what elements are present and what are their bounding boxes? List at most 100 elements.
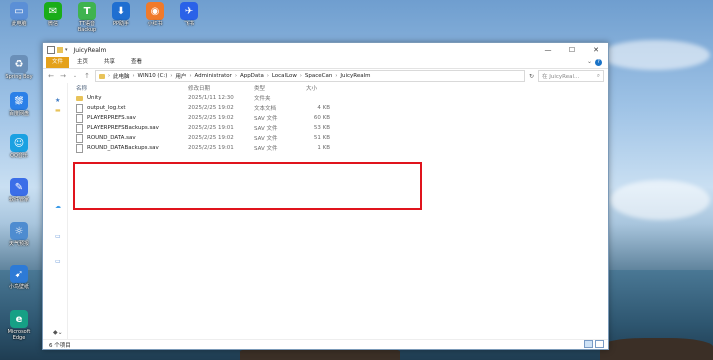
desktop-icon[interactable]: ☺ QQ音乐 bbox=[2, 134, 36, 159]
desktop-icon-label: 飞书 bbox=[183, 21, 194, 27]
folder-icon bbox=[99, 73, 105, 79]
up-arrow-icon[interactable]: ↑ bbox=[83, 72, 91, 80]
breadcrumb-item[interactable]: WIN10 (C:) bbox=[138, 73, 168, 79]
desktop-icon-label: Microsoft Edge bbox=[7, 329, 31, 341]
breadcrumb-item[interactable]: Administrator bbox=[194, 73, 232, 79]
file-name-cell[interactable]: output_log.txt bbox=[68, 103, 188, 113]
desktop-icon[interactable]: ⬇ PP助手 bbox=[104, 2, 138, 27]
desktop-icon[interactable]: e Microsoft Edge bbox=[2, 310, 36, 341]
tab-file[interactable]: 文件 bbox=[46, 57, 70, 68]
file-name-cell[interactable]: PLAYERPREFSBackups.sav bbox=[68, 123, 188, 133]
column-date[interactable]: 修改日期 bbox=[188, 84, 254, 92]
minimize-button[interactable]: — bbox=[536, 43, 560, 57]
file-row[interactable]: output_log.txt 2025/2/25 19:02 文本文档 4 KB bbox=[68, 103, 608, 113]
breadcrumb-separator-icon[interactable]: › bbox=[235, 73, 237, 79]
new-folder-icon[interactable] bbox=[57, 47, 63, 53]
search-placeholder: 在 JuicyReal... bbox=[542, 74, 580, 80]
file-row[interactable]: ROUND_DATABackups.sav 2025/2/25 19:01 SAV … bbox=[68, 143, 608, 153]
edge-icon: e bbox=[10, 310, 28, 328]
breadcrumb-item[interactable]: 用户 bbox=[175, 72, 186, 80]
navigation-pane[interactable]: ★ ▬ ☁ ▭ ▭ ◆⌄ bbox=[43, 83, 68, 340]
network-icon[interactable]: ▭ bbox=[55, 258, 61, 265]
column-size[interactable]: 大小 bbox=[302, 84, 334, 92]
desktop-icon[interactable]: ✈ 飞书 bbox=[172, 2, 206, 27]
file-row[interactable]: ROUND_DATA.sav 2025/2/25 19:02 SAV 文件 51 KB bbox=[68, 133, 608, 143]
expand-ribbon-icon[interactable]: ⌄ bbox=[587, 58, 592, 65]
breadcrumb-item[interactable]: SpaceCan bbox=[305, 73, 332, 79]
file-row[interactable]: Unity 2025/1/11 12:30 文件夹 bbox=[68, 93, 608, 103]
file-row[interactable]: PLAYERPREFS.sav 2025/2/25 19:02 SAV 文件 60 K… bbox=[68, 113, 608, 123]
file-size: 53 KB bbox=[313, 125, 330, 131]
properties-icon[interactable] bbox=[47, 46, 55, 54]
tab-home[interactable]: 主页 bbox=[69, 57, 96, 68]
file-type: SAV 文件 bbox=[254, 126, 278, 132]
breadcrumb-separator-icon[interactable]: › bbox=[189, 73, 191, 79]
title-bar[interactable]: ▾ JuicyRealm — ☐ ✕ bbox=[43, 43, 608, 57]
file-list: 名称 修改日期 类型 大小 Unity 2025/1/11 12:30 文件夹 out… bbox=[68, 83, 608, 340]
breadcrumb-separator-icon[interactable]: › bbox=[267, 73, 269, 79]
details-view-icon[interactable] bbox=[584, 340, 593, 348]
explorer-window[interactable]: ▾ JuicyRealm — ☐ ✕ 文件 主页 共享 查看 ⌄ ? ← → ⌄… bbox=[42, 42, 609, 350]
maximize-button[interactable]: ☐ bbox=[560, 43, 584, 57]
file-name: PLAYERPREFS.sav bbox=[87, 115, 136, 121]
breadcrumb-item[interactable]: LocalLow bbox=[272, 73, 297, 79]
desktop-icon-label: 微信 bbox=[47, 21, 58, 27]
desktop-icon-label: 软件管家 bbox=[8, 197, 29, 203]
recent-locations-icon[interactable]: ⌄ bbox=[71, 73, 79, 79]
breadcrumb-item[interactable]: 此电脑 bbox=[113, 72, 130, 80]
breadcrumb-separator-icon[interactable]: › bbox=[335, 73, 337, 79]
quick-access-star-icon[interactable]: ★ bbox=[55, 97, 60, 104]
back-arrow-icon[interactable]: ← bbox=[47, 72, 55, 80]
desktop-icon-label: 天气预报 bbox=[8, 241, 29, 247]
help-icon[interactable]: ? bbox=[595, 59, 602, 66]
file-type: SAV 文件 bbox=[254, 146, 278, 152]
file-row[interactable]: PLAYERPREFSBackups.sav 2025/2/25 19:01 SAV… bbox=[68, 123, 608, 133]
desktop-icon[interactable]: ◉ 小红书 bbox=[138, 2, 172, 27]
breadcrumb-separator-icon[interactable]: › bbox=[108, 73, 110, 79]
column-name[interactable]: 名称 bbox=[68, 84, 188, 92]
address-bar[interactable]: › 此电脑 › WIN10 (C:) › 用户 › Administrator › AppData… bbox=[95, 70, 525, 82]
desktop-icon-label: PP助手 bbox=[112, 21, 130, 27]
breadcrumb-separator-icon[interactable]: › bbox=[300, 73, 302, 79]
feishu-icon: ✈ bbox=[180, 2, 198, 20]
breadcrumb-item[interactable]: JuicyRealm bbox=[340, 73, 370, 79]
desktop-icon[interactable]: ✎ 软件管家 bbox=[2, 178, 36, 203]
modified-date: 2025/1/11 12:30 bbox=[188, 95, 234, 101]
tab-share[interactable]: 共享 bbox=[96, 57, 123, 68]
folder-icon[interactable]: ▬ bbox=[55, 107, 61, 114]
rocks bbox=[600, 338, 713, 360]
file-name-cell[interactable]: ROUND_DATABackups.sav bbox=[68, 143, 188, 153]
this-pc-icon[interactable]: ▭ bbox=[55, 233, 61, 240]
desktop-icon[interactable]: ✉ 微信 bbox=[36, 2, 70, 27]
desktop-icon[interactable]: ☼ 天气预报 bbox=[2, 222, 36, 247]
column-type[interactable]: 类型 bbox=[254, 84, 302, 92]
file-name-cell[interactable]: PLAYERPREFS.sav bbox=[68, 113, 188, 123]
forward-arrow-icon[interactable]: → bbox=[59, 72, 67, 80]
chevron-down-icon[interactable]: ▾ bbox=[65, 47, 68, 53]
desktop-icon[interactable]: ♻ Spring Boy bbox=[2, 55, 36, 80]
status-bar: 6 个项目 bbox=[43, 339, 608, 349]
pen-icon: ✎ bbox=[10, 178, 28, 196]
bird-icon: ➹ bbox=[10, 265, 28, 283]
desktop-icon-label: TT语音 Backup bbox=[77, 21, 97, 33]
ribbon: 文件 主页 共享 查看 ⌄ ? bbox=[43, 57, 608, 69]
navigation-bar: ← → ⌄ ↑ › 此电脑 › WIN10 (C:) › 用户 › Administrator… bbox=[43, 69, 608, 83]
onedrive-icon[interactable]: ☁ bbox=[55, 203, 61, 210]
tab-view[interactable]: 查看 bbox=[123, 57, 150, 68]
search-box[interactable]: 在 JuicyReal... ⌕ bbox=[538, 70, 604, 82]
network-expand-icon[interactable]: ◆⌄ bbox=[53, 329, 63, 336]
breadcrumb-separator-icon[interactable]: › bbox=[170, 73, 172, 79]
desktop-icon-label: 此电脑 bbox=[11, 21, 27, 27]
large-icons-view-icon[interactable] bbox=[595, 340, 604, 348]
breadcrumb-item[interactable]: AppData bbox=[240, 73, 264, 79]
desktop-icon[interactable]: ➹ 小鸟壁纸 bbox=[2, 265, 36, 290]
desktop-icon[interactable]: ⛆ 百度网盘 bbox=[2, 92, 36, 117]
file-name-cell[interactable]: ROUND_DATA.sav bbox=[68, 133, 188, 143]
close-button[interactable]: ✕ bbox=[584, 43, 608, 57]
breadcrumb-separator-icon[interactable]: › bbox=[133, 73, 135, 79]
file-type: SAV 文件 bbox=[254, 116, 278, 122]
desktop-icon[interactable]: T TT语音 Backup bbox=[70, 2, 104, 33]
file-name-cell[interactable]: Unity bbox=[68, 95, 188, 101]
refresh-icon[interactable]: ↻ bbox=[529, 73, 534, 80]
desktop-icon[interactable]: ▭ 此电脑 bbox=[2, 2, 36, 27]
